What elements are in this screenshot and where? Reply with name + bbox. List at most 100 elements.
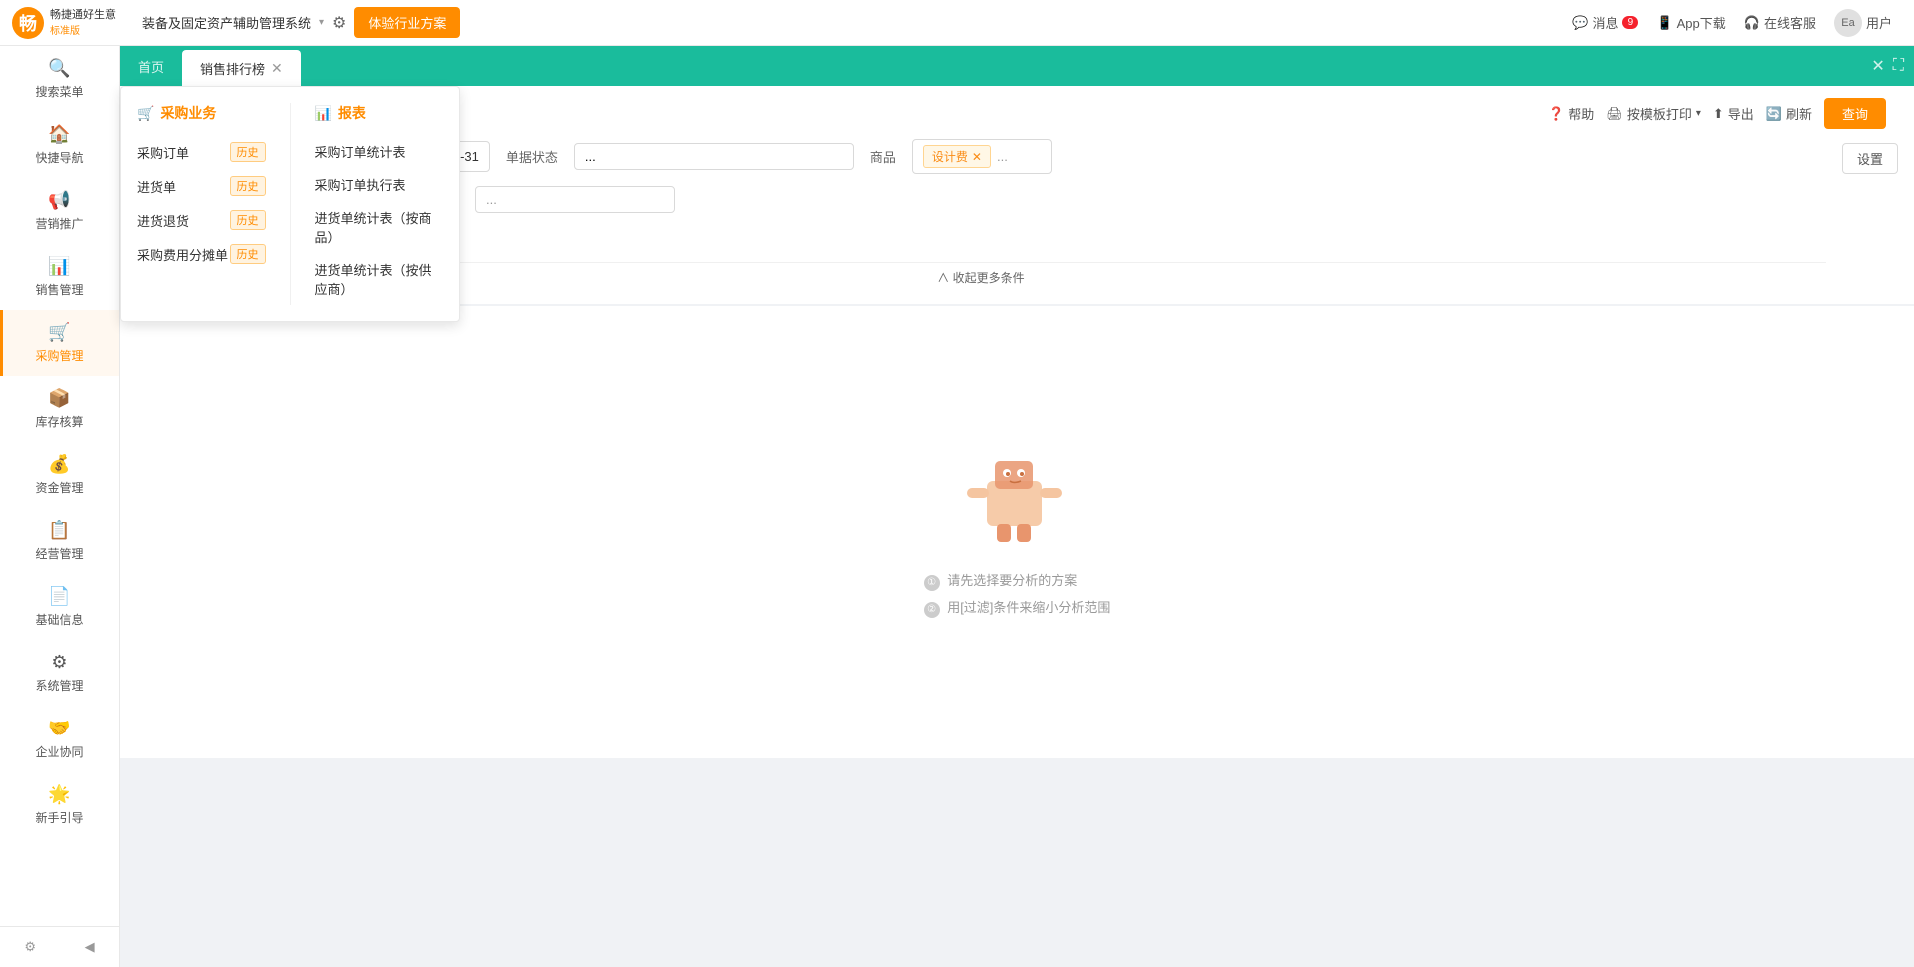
top-header: 畅 畅捷通好生意 标准版 装备及固定资产辅助管理系统 ▾ ⚙ 体验行业方案 💬 …: [0, 0, 1914, 46]
user-label: 用户: [1866, 13, 1892, 32]
search-icon: 🔍: [48, 58, 70, 79]
incoming-history[interactable]: 历史: [230, 176, 266, 196]
sidebar-item-search[interactable]: 🔍 搜索菜单: [0, 46, 119, 112]
help-icon: ❓: [1548, 106, 1564, 122]
refresh-btn[interactable]: 🔄 刷新: [1766, 104, 1812, 123]
app-download-action[interactable]: 📱 App下载: [1656, 13, 1725, 32]
empty-state-area: ① 请先选择要分析的方案 ② 用[过滤]条件来缩小分析范围: [120, 306, 1914, 758]
tab-close-all-icon[interactable]: ✕: [1871, 56, 1884, 76]
empty-state: ① 请先选择要分析的方案 ② 用[过滤]条件来缩小分析范围: [120, 386, 1914, 678]
sidebar-item-enterprise[interactable]: 🤝 企业协同: [0, 706, 119, 772]
settings-btn[interactable]: 设置: [1842, 143, 1898, 174]
incoming-label: 进货单: [137, 177, 176, 196]
user-action[interactable]: Ea 用户: [1834, 9, 1892, 37]
empty-hint-1: ① 请先选择要分析的方案: [924, 570, 1111, 591]
salesperson-dots[interactable]: ...: [486, 192, 497, 207]
purchase-section: 🛒 采购业务 采购订单 历史 进货单 历史 进货退货 历史 采购费用分摊单 历史: [137, 103, 266, 305]
status-label: 单据状态: [506, 147, 558, 166]
logo-icon: 畅: [12, 7, 44, 39]
status-dots: ...: [585, 149, 596, 164]
message-action[interactable]: 💬 消息 9: [1572, 13, 1638, 32]
expense-history[interactable]: 历史: [230, 244, 266, 264]
logo-edition: 标准版: [50, 22, 116, 37]
message-icon: 💬: [1572, 15, 1588, 31]
tab-home-label: 首页: [138, 57, 164, 76]
operations-icon: 📋: [48, 520, 70, 541]
user-avatar: Ea: [1834, 9, 1862, 37]
dropdown-item-incoming[interactable]: 进货单 历史: [137, 169, 266, 203]
purchase-section-label: 采购业务: [160, 103, 216, 123]
purchase-icon: 🛒: [48, 322, 70, 343]
system-gear-icon[interactable]: ⚙: [332, 13, 346, 33]
sidebar-item-operations[interactable]: 📋 经营管理: [0, 508, 119, 574]
sidebar-item-marketing[interactable]: 📢 营销推广: [0, 178, 119, 244]
dropdown-item-order-stats[interactable]: 采购订单统计表: [315, 135, 444, 168]
sidebar-label-search: 搜索菜单: [35, 83, 83, 100]
print-arrow-icon: ▾: [1696, 108, 1701, 119]
tab-maximize-icon[interactable]: ⛶: [1893, 57, 1904, 75]
dropdown-item-incoming-by-supplier[interactable]: 进货单统计表（按供应商）: [315, 253, 444, 305]
hint2-bullet: ②: [924, 602, 940, 618]
purchase-section-icon: 🛒: [137, 105, 154, 122]
system-icon: ⚙: [51, 652, 67, 673]
sidebar-settings-icon[interactable]: ⚙: [24, 939, 36, 955]
sidebar-item-system[interactable]: ⚙ 系统管理: [0, 640, 119, 706]
finance-icon: 💰: [48, 454, 70, 475]
purchase-order-label: 采购订单: [137, 143, 189, 162]
sidebar-label-operations: 经营管理: [35, 545, 83, 562]
hint1-bullet: ①: [924, 575, 940, 591]
headset-icon: 🎧: [1744, 15, 1760, 31]
refresh-label: 刷新: [1786, 104, 1812, 123]
dropdown-divider: [290, 103, 291, 305]
collapse-icon: ∧: [937, 271, 949, 285]
sidebar-item-quicknav[interactable]: 🏠 快捷导航: [0, 112, 119, 178]
marketing-icon: 📢: [48, 190, 70, 211]
status-select[interactable]: ...: [574, 143, 854, 170]
tab-bar-right: ✕ ⛶: [1871, 56, 1914, 76]
dropdown-item-purchase-order[interactable]: 采购订单 历史: [137, 135, 266, 169]
empty-svg: [957, 446, 1077, 546]
dropdown-item-expense[interactable]: 采购费用分摊单 历史: [137, 237, 266, 271]
print-btn[interactable]: 🖨 按模板打印 ▾: [1606, 104, 1701, 123]
sidebar-label-guide: 新手引导: [35, 809, 83, 826]
order-exec-label: 采购订单执行表: [315, 175, 406, 194]
system-dropdown-icon[interactable]: ▾: [319, 17, 324, 28]
tab-close-icon[interactable]: ✕: [271, 60, 283, 77]
sidebar-item-guide[interactable]: 🌟 新手引导: [0, 772, 119, 838]
tab-home[interactable]: 首页: [120, 46, 182, 86]
tab-sales-rank[interactable]: 销售排行榜 ✕: [182, 50, 301, 86]
tab-sales-rank-label: 销售排行榜: [200, 59, 265, 78]
service-label: 在线客服: [1764, 13, 1816, 32]
goods-label: 商品: [870, 147, 896, 166]
online-service-action[interactable]: 🎧 在线客服: [1744, 13, 1816, 32]
app-label: App下载: [1677, 13, 1726, 32]
query-btn[interactable]: 查询: [1824, 98, 1886, 129]
sidebar-item-inventory[interactable]: 📦 库存核算: [0, 376, 119, 442]
purchase-order-history[interactable]: 历史: [230, 142, 266, 162]
return-history[interactable]: 历史: [230, 210, 266, 230]
print-icon: 🖨: [1606, 106, 1623, 122]
goods-tag-close[interactable]: ✕: [972, 150, 982, 164]
dropdown-item-return[interactable]: 进货退货 历史: [137, 203, 266, 237]
sidebar-label-purchase: 采购管理: [35, 347, 83, 364]
sidebar-label-inventory: 库存核算: [35, 413, 83, 430]
report-section: 📊 报表 采购订单统计表 采购订单执行表 进货单统计表（按商品） 进货单统计表（…: [315, 103, 444, 305]
dropdown-item-incoming-by-goods[interactable]: 进货单统计表（按商品）: [315, 201, 444, 253]
logo-text: 畅捷通好生意: [50, 8, 116, 22]
sidebar-item-basic[interactable]: 📄 基础信息: [0, 574, 119, 640]
goods-dots[interactable]: ...: [997, 149, 1008, 164]
sidebar-item-sales[interactable]: 📊 销售管理: [0, 244, 119, 310]
sidebar-label-sales: 销售管理: [35, 281, 83, 298]
export-btn[interactable]: ⬆ 导出: [1713, 104, 1754, 123]
industry-btn[interactable]: 体验行业方案: [354, 7, 460, 38]
help-btn[interactable]: ❓ 帮助: [1548, 104, 1594, 123]
collapse-label: 收起更多条件: [953, 271, 1025, 285]
sidebar-item-purchase[interactable]: 🛒 采购管理: [0, 310, 119, 376]
goods-select[interactable]: 设计费 ✕ ...: [912, 139, 1052, 174]
report-section-icon: 📊: [315, 105, 332, 122]
sidebar-item-finance[interactable]: 💰 资金管理: [0, 442, 119, 508]
logo-area: 畅 畅捷通好生意 标准版: [12, 7, 132, 39]
dropdown-item-order-exec[interactable]: 采购订单执行表: [315, 168, 444, 201]
salesperson-select[interactable]: ...: [475, 186, 675, 213]
sidebar-collapse-icon[interactable]: ◀: [85, 939, 95, 955]
